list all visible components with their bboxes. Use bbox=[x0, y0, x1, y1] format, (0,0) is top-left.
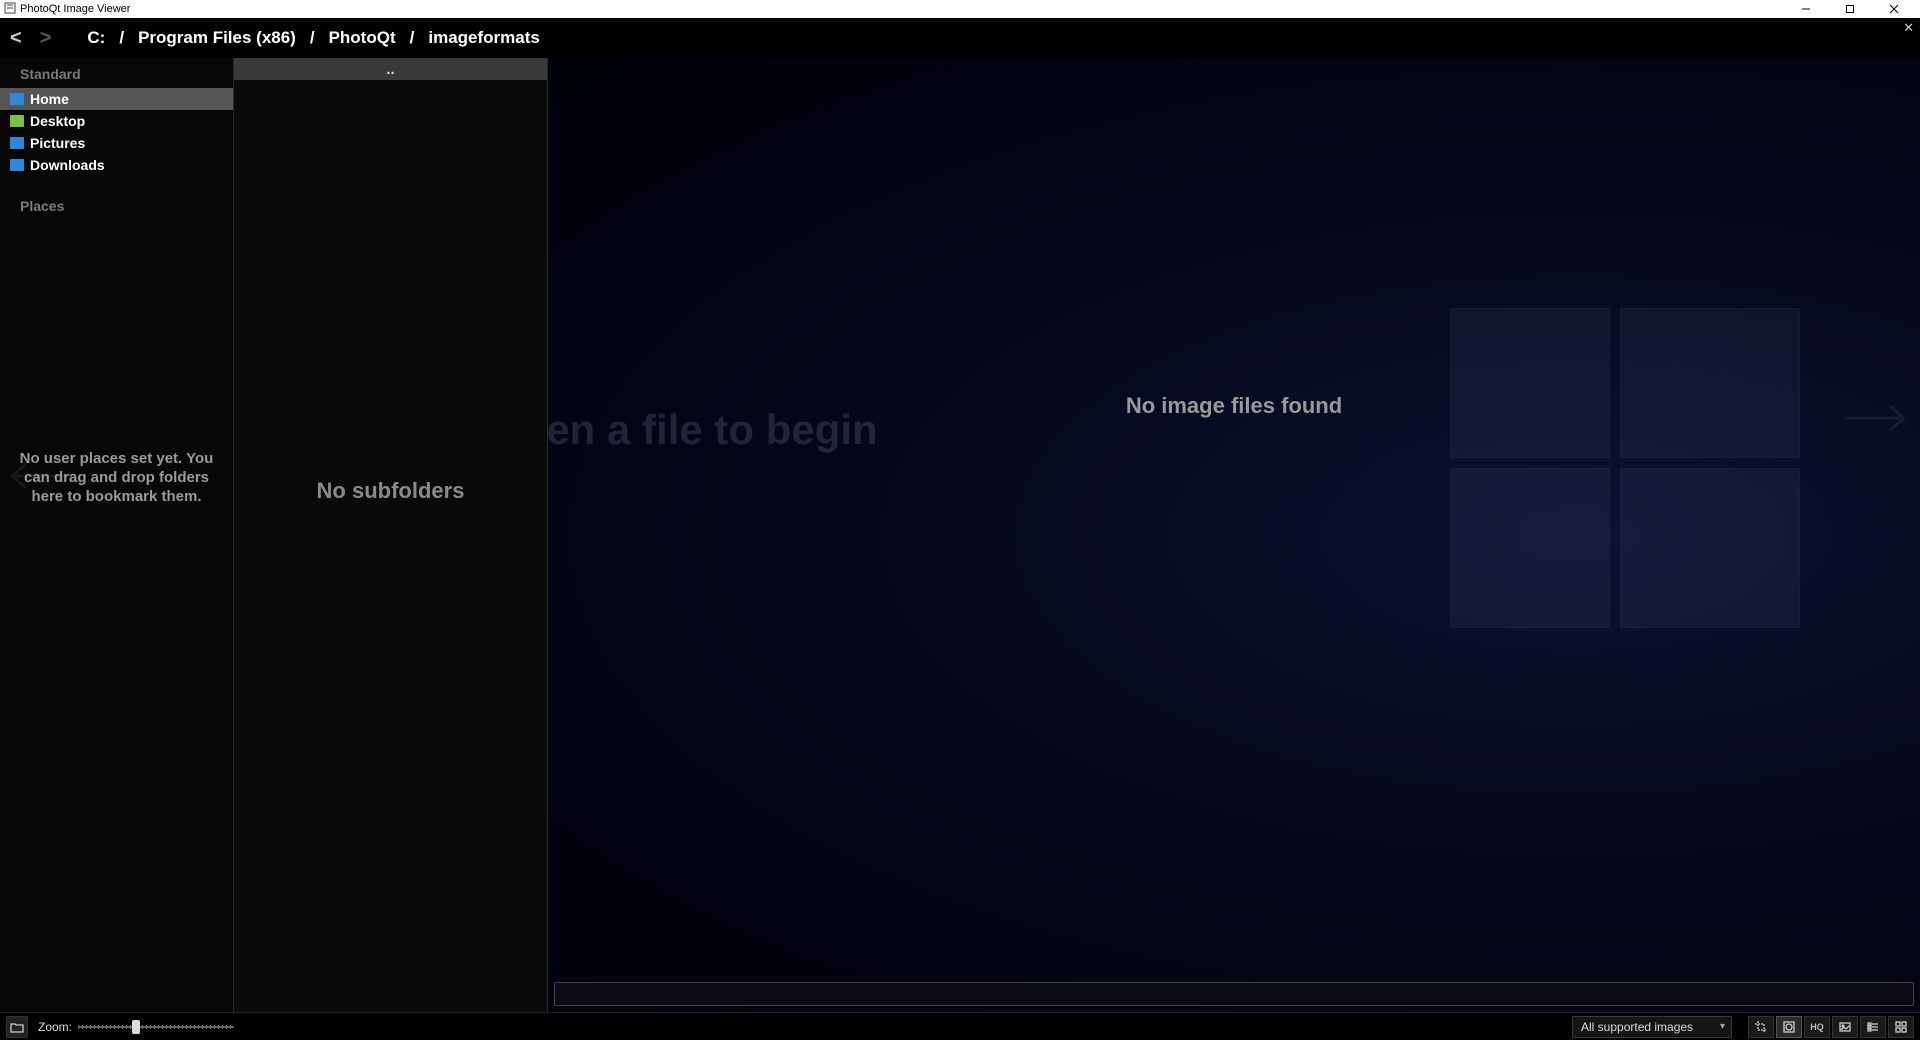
main-area: Standard Home Desktop Pictures Downloads… bbox=[0, 58, 1920, 1012]
sidebar-section-standard: Standard bbox=[0, 58, 233, 88]
breadcrumb-segment[interactable]: C: bbox=[87, 28, 105, 48]
titlebar: PhotoQt Image Viewer bbox=[0, 0, 1920, 18]
hq-toggle-button[interactable]: HQ bbox=[1804, 1016, 1830, 1038]
places-empty-message: No user places set yet. You can drag and… bbox=[0, 450, 233, 506]
thumbnail-view-button[interactable] bbox=[1832, 1016, 1858, 1038]
view-toolbar: HQ bbox=[1748, 1016, 1914, 1038]
breadcrumb-sep: / bbox=[119, 28, 124, 48]
subfolder-empty-message: No subfolders bbox=[234, 80, 547, 1012]
window-close-button[interactable] bbox=[1872, 0, 1916, 18]
places-sidebar: Standard Home Desktop Pictures Downloads… bbox=[0, 58, 234, 1012]
breadcrumb-bar: < > C: / Program Files (x86) / PhotoQt /… bbox=[0, 18, 1920, 58]
breadcrumb-segment[interactable]: PhotoQt bbox=[329, 28, 396, 48]
format-filter-select[interactable]: All supported images bbox=[1572, 1016, 1732, 1038]
sidebar-item-pictures[interactable]: Pictures bbox=[0, 132, 233, 154]
no-images-message: No image files found bbox=[548, 393, 1920, 419]
sidebar-item-label: Desktop bbox=[30, 113, 85, 129]
sidebar-section-places: Places bbox=[0, 190, 233, 220]
sidebar-item-desktop[interactable]: Desktop bbox=[0, 110, 233, 132]
app-icon bbox=[4, 2, 16, 17]
list-view-button[interactable] bbox=[1860, 1016, 1886, 1038]
breadcrumb-segment[interactable]: imageformats bbox=[428, 28, 539, 48]
zoom-slider-thumb[interactable] bbox=[132, 1020, 140, 1034]
zoom-label: Zoom: bbox=[38, 1020, 72, 1034]
parent-folder-item[interactable]: .. bbox=[234, 58, 547, 80]
zoom-slider[interactable] bbox=[78, 1025, 234, 1029]
breadcrumb-segment[interactable]: Program Files (x86) bbox=[138, 28, 296, 48]
subfolder-panel: .. No subfolders bbox=[234, 58, 548, 1012]
fit-view-button[interactable] bbox=[1776, 1016, 1802, 1038]
sidebar-item-label: Home bbox=[30, 91, 69, 107]
breadcrumb-sep: / bbox=[310, 28, 315, 48]
folder-icon bbox=[10, 93, 24, 105]
close-panel-button[interactable]: ✕ bbox=[1903, 20, 1914, 36]
folder-icon bbox=[10, 115, 24, 127]
zoom-control: Zoom: bbox=[38, 1020, 234, 1034]
sidebar-item-label: Downloads bbox=[30, 157, 105, 173]
sidebar-item-home[interactable]: Home bbox=[0, 88, 233, 110]
format-filter-value: All supported images bbox=[1581, 1020, 1693, 1034]
status-bar: Zoom: All supported images HQ bbox=[0, 1012, 1920, 1040]
window-title: PhotoQt Image Viewer bbox=[20, 3, 130, 15]
breadcrumb-sep: / bbox=[410, 28, 415, 48]
minimize-button[interactable] bbox=[1784, 0, 1828, 18]
nav-back-button[interactable]: < bbox=[8, 27, 24, 50]
grid-view-button[interactable] bbox=[1888, 1016, 1914, 1038]
sidebar-item-downloads[interactable]: Downloads bbox=[0, 154, 233, 176]
browse-folder-button[interactable] bbox=[6, 1016, 28, 1038]
folder-icon bbox=[10, 137, 24, 149]
filename-filter-input[interactable] bbox=[554, 982, 1914, 1006]
crop-view-button[interactable] bbox=[1748, 1016, 1774, 1038]
folder-icon bbox=[10, 159, 24, 171]
preview-panel: Open a file to begin No image files foun… bbox=[548, 58, 1920, 1012]
windows-logo-icon bbox=[1450, 308, 1800, 628]
sidebar-item-label: Pictures bbox=[30, 135, 85, 151]
maximize-button[interactable] bbox=[1828, 0, 1872, 18]
nav-forward-button[interactable]: > bbox=[38, 27, 54, 50]
